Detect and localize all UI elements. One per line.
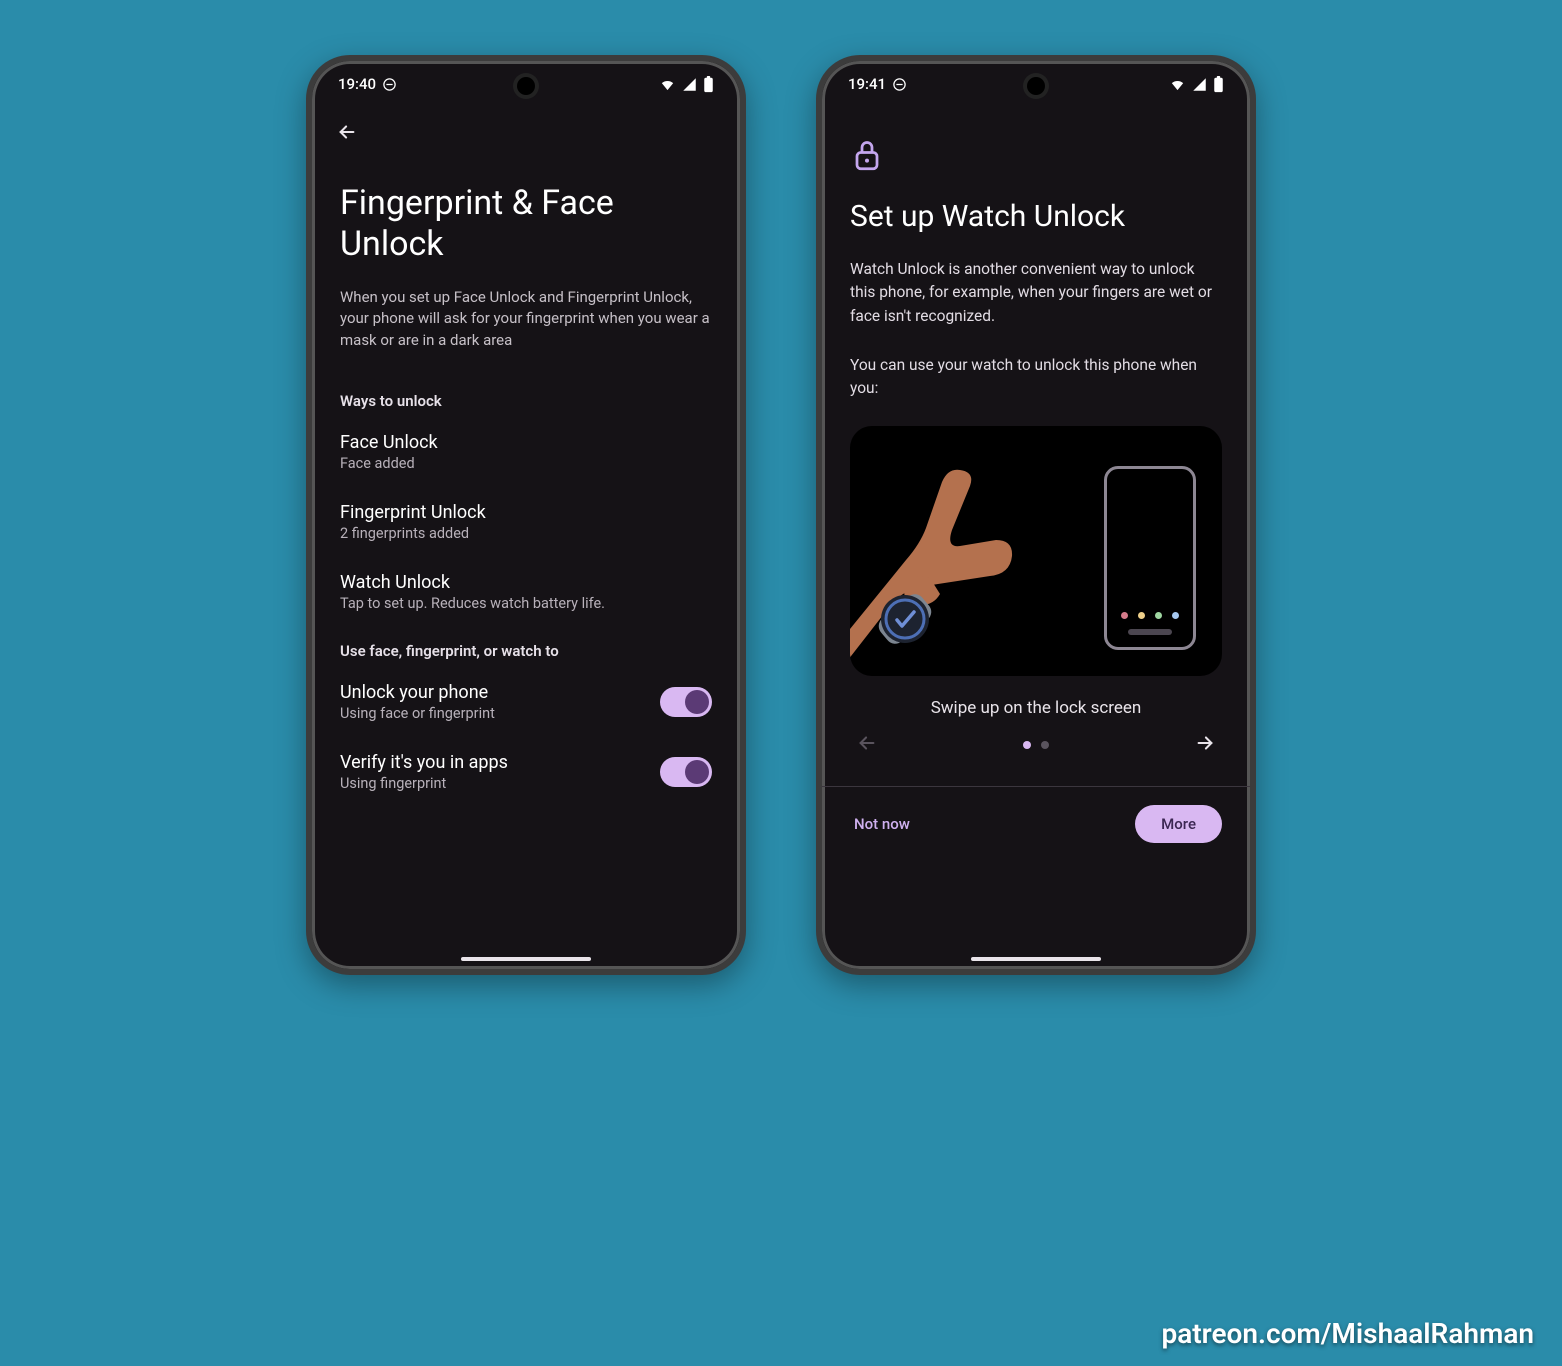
section-ways-to-unlock: Ways to unlock [340,392,712,410]
wifi-icon [659,76,676,93]
dnd-icon [892,77,907,92]
carousel-prev-button[interactable] [856,732,878,758]
verify-apps-toggle-row[interactable]: Verify it's you in apps Using fingerprin… [340,752,712,792]
not-now-button[interactable]: Not now [850,807,914,841]
item-title: Fingerprint Unlock [340,502,486,523]
item-sub: Using face or fingerprint [340,705,495,722]
lock-icon [852,137,1222,177]
gesture-bar[interactable] [461,957,591,961]
item-sub: Using fingerprint [340,775,508,792]
carousel-nav [850,732,1222,758]
page-description: When you set up Face Unlock and Fingerpr… [340,287,712,352]
status-time: 19:40 [338,75,376,93]
item-title: Verify it's you in apps [340,752,508,773]
signal-icon [1192,77,1207,92]
illustration-card [850,426,1222,676]
camera-hole [517,77,535,95]
more-button[interactable]: More [1135,805,1222,843]
camera-hole [1027,77,1045,95]
fingerprint-unlock-item[interactable]: Fingerprint Unlock 2 fingerprints added [340,502,712,542]
watermark: patreon.com/MishaalRahman [1161,1317,1534,1350]
face-unlock-item[interactable]: Face Unlock Face added [340,432,712,472]
item-title: Watch Unlock [340,572,605,593]
back-button[interactable] [336,121,712,147]
signal-icon [682,77,697,92]
battery-icon [1213,76,1224,93]
carousel-dots [1023,741,1049,749]
item-title: Unlock your phone [340,682,495,703]
gesture-bar[interactable] [971,957,1101,961]
illustration-phone-dots [1107,612,1193,619]
phone-watch-unlock-setup: 19:41 Set up Watch Unlock [816,55,1256,975]
phone-fingerprint-face: 19:40 Fingerprint & Face Unlock When you… [306,55,746,975]
item-sub: Tap to set up. Reduces watch battery lif… [340,595,605,612]
setup-para-1: Watch Unlock is another convenient way t… [850,258,1222,328]
verify-apps-toggle[interactable] [660,757,712,787]
carousel-dot-2[interactable] [1041,741,1049,749]
carousel-dot-1[interactable] [1023,741,1031,749]
unlock-phone-toggle-row[interactable]: Unlock your phone Using face or fingerpr… [340,682,712,722]
footer-row: Not now More [850,805,1222,863]
section-use-to: Use face, fingerprint, or watch to [340,642,712,660]
carousel-next-button[interactable] [1194,732,1216,758]
wifi-icon [1169,76,1186,93]
item-title: Face Unlock [340,432,438,453]
watch-unlock-item[interactable]: Watch Unlock Tap to set up. Reduces watc… [340,572,712,612]
unlock-phone-toggle[interactable] [660,687,712,717]
setup-title: Set up Watch Unlock [850,199,1222,234]
carousel-caption: Swipe up on the lock screen [850,698,1222,718]
hand-with-watch-illustration [850,436,1050,676]
status-time: 19:41 [848,75,886,93]
illustration-phone [1104,466,1196,650]
page-title: Fingerprint & Face Unlock [340,183,712,265]
divider [822,786,1250,787]
item-sub: 2 fingerprints added [340,525,486,542]
dnd-icon [382,77,397,92]
battery-icon [703,76,714,93]
setup-para-2: You can use your watch to unlock this ph… [850,354,1222,401]
item-sub: Face added [340,455,438,472]
